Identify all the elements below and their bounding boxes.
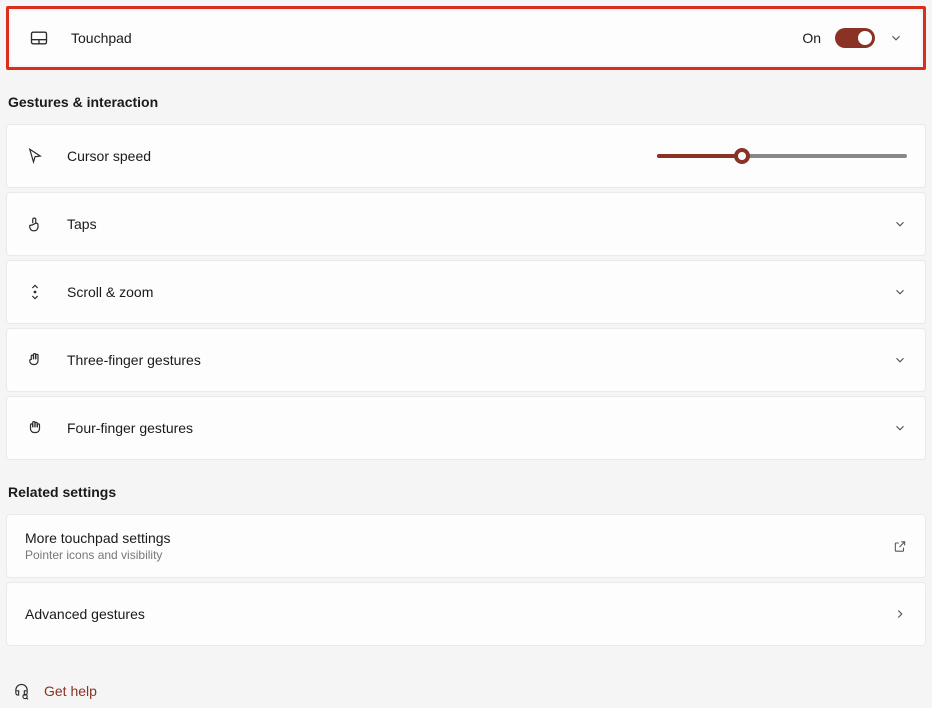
external-link-icon — [893, 539, 907, 553]
more-touchpad-label: More touchpad settings — [25, 530, 171, 546]
cursor-speed-row: Cursor speed — [6, 124, 926, 188]
section-related-title: Related settings — [8, 484, 924, 500]
chevron-down-icon — [893, 353, 907, 367]
get-help-link[interactable]: Get help — [6, 674, 926, 708]
help-icon — [12, 682, 30, 700]
more-touchpad-sub: Pointer icons and visibility — [25, 548, 171, 562]
three-finger-label: Three-finger gestures — [67, 352, 201, 368]
advanced-gestures-label: Advanced gestures — [25, 606, 145, 622]
get-help-label: Get help — [44, 683, 97, 699]
three-finger-row[interactable]: Three-finger gestures — [6, 328, 926, 392]
touchpad-state: On — [802, 30, 821, 46]
touchpad-toggle[interactable] — [835, 28, 875, 48]
chevron-right-icon — [893, 607, 907, 621]
cursor-speed-slider[interactable] — [657, 146, 907, 166]
taps-row[interactable]: Taps — [6, 192, 926, 256]
hand-icon — [25, 418, 45, 438]
cursor-speed-label: Cursor speed — [67, 148, 151, 164]
cursor-icon — [25, 146, 45, 166]
scroll-zoom-label: Scroll & zoom — [67, 284, 153, 300]
chevron-down-icon[interactable] — [889, 31, 903, 45]
advanced-gestures-row[interactable]: Advanced gestures — [6, 582, 926, 646]
chevron-down-icon — [893, 421, 907, 435]
chevron-down-icon — [893, 285, 907, 299]
touchpad-label: Touchpad — [71, 30, 132, 46]
scroll-zoom-row[interactable]: Scroll & zoom — [6, 260, 926, 324]
highlight-box: Touchpad On — [6, 6, 926, 70]
chevron-down-icon — [893, 217, 907, 231]
more-touchpad-row[interactable]: More touchpad settings Pointer icons and… — [6, 514, 926, 578]
four-finger-row[interactable]: Four-finger gestures — [6, 396, 926, 460]
taps-label: Taps — [67, 216, 97, 232]
scroll-icon — [25, 282, 45, 302]
four-finger-label: Four-finger gestures — [67, 420, 193, 436]
touchpad-icon — [29, 28, 49, 48]
section-gestures-title: Gestures & interaction — [8, 94, 924, 110]
tap-icon — [25, 214, 45, 234]
touchpad-toggle-row[interactable]: Touchpad On — [11, 11, 921, 65]
hand-icon — [25, 350, 45, 370]
